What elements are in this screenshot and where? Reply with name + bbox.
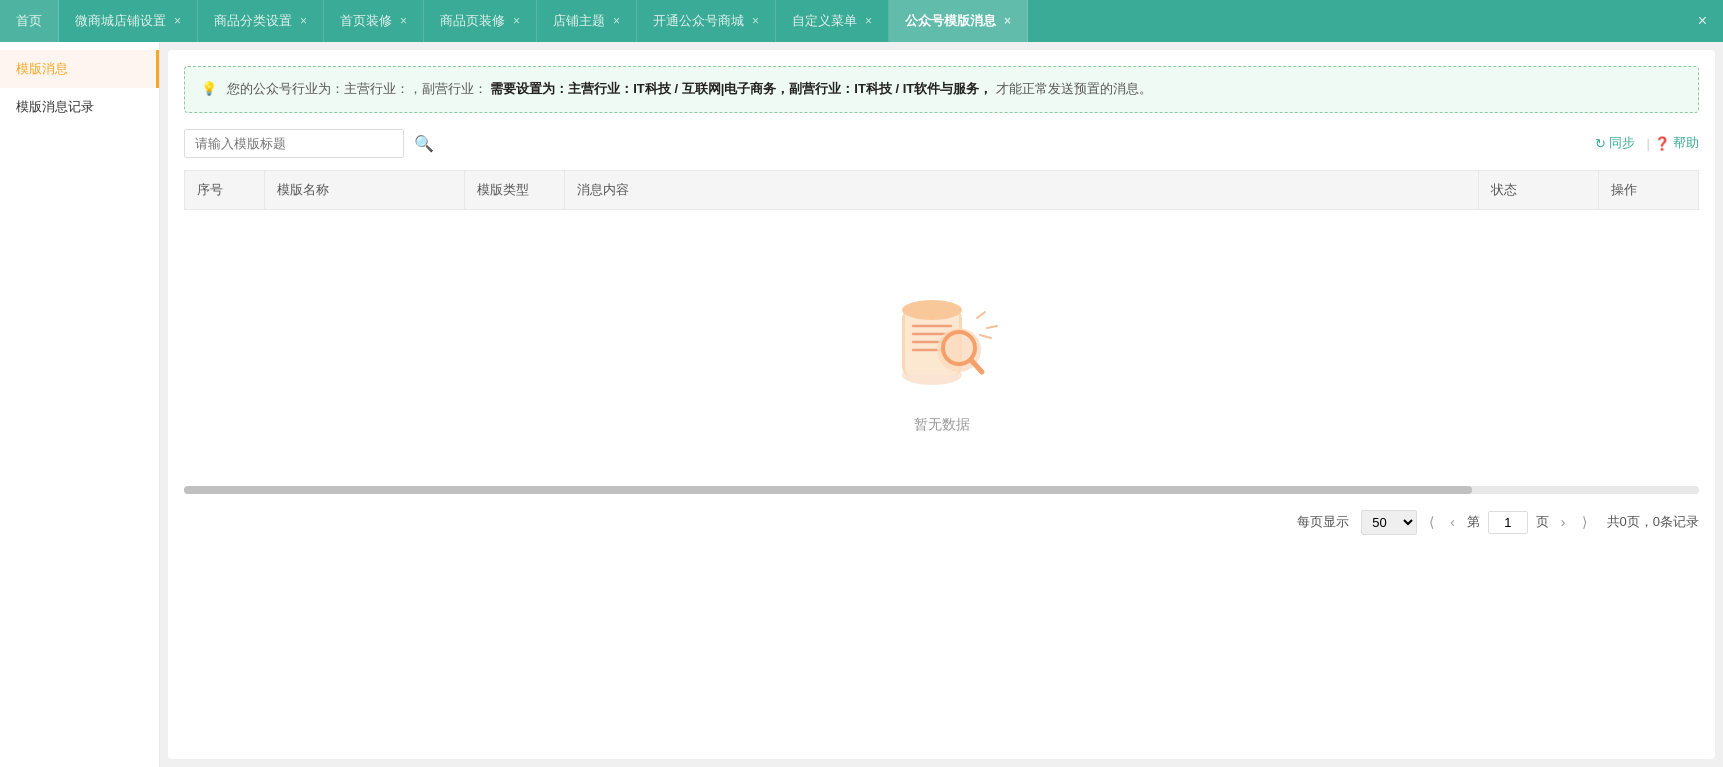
tab-custom-menu-label: 自定义菜单: [792, 12, 857, 30]
toolbar-divider: |: [1647, 136, 1650, 151]
tab-home-decor[interactable]: 首页装修 ×: [324, 0, 424, 42]
notice-highlight: 需要设置为：主营行业：IT科技 / 互联网|电子商务，副营行业：IT科技 / I…: [490, 81, 992, 96]
tab-template-msg[interactable]: 公众号模版消息 ×: [889, 0, 1028, 42]
page-unit: 页: [1536, 513, 1549, 531]
first-page-button[interactable]: ⟨: [1425, 512, 1438, 532]
notice-suffix: 才能正常发送预置的消息。: [996, 81, 1152, 96]
horizontal-scrollbar[interactable]: [184, 486, 1699, 494]
tab-custom-menu-close[interactable]: ×: [865, 15, 872, 27]
per-page-select[interactable]: 50 10 20 100: [1361, 510, 1417, 535]
tab-open-mall-close[interactable]: ×: [752, 15, 759, 27]
tab-product-decor-close[interactable]: ×: [513, 15, 520, 27]
toolbar-right: ↻ 同步 | ❓ 帮助: [1595, 134, 1699, 152]
tab-shop-theme-label: 店铺主题: [553, 12, 605, 30]
bulb-icon: 💡: [201, 81, 217, 96]
table-empty-row: 暂无数据: [185, 209, 1699, 474]
global-close-button[interactable]: ×: [1682, 0, 1723, 42]
tab-shop-theme[interactable]: 店铺主题 ×: [537, 0, 637, 42]
tab-micro-shop[interactable]: 微商城店铺设置 ×: [59, 0, 198, 42]
help-icon: ❓: [1654, 136, 1670, 151]
scrollbar-thumb[interactable]: [184, 486, 1472, 494]
tab-bar: 首页 微商城店铺设置 × 商品分类设置 × 首页装修 × 商品页装修 × 店铺主…: [0, 0, 1723, 42]
svg-line-12: [987, 326, 997, 328]
tab-custom-menu[interactable]: 自定义菜单 ×: [776, 0, 889, 42]
table-header-row: 序号 模版名称 模版类型 消息内容 状态 操作: [185, 170, 1699, 209]
tab-home-label: 首页: [16, 12, 42, 30]
page-label: 第: [1467, 513, 1480, 531]
sync-button[interactable]: ↻ 同步: [1595, 134, 1635, 152]
tab-template-msg-label: 公众号模版消息: [905, 12, 996, 30]
data-table: 序号 模版名称 模版类型 消息内容 状态 操作: [184, 170, 1699, 474]
global-close-icon: ×: [1698, 12, 1707, 30]
svg-line-13: [980, 335, 991, 338]
sidebar: 模版消息 模版消息记录: [0, 42, 160, 767]
tab-home[interactable]: 首页: [0, 0, 59, 42]
per-page-label: 每页显示: [1297, 513, 1349, 531]
tab-shop-theme-close[interactable]: ×: [613, 15, 620, 27]
tab-open-mall-label: 开通公众号商城: [653, 12, 744, 30]
search-icon: 🔍: [414, 135, 434, 152]
help-label: 帮助: [1673, 134, 1699, 152]
prev-page-button[interactable]: ‹: [1446, 512, 1459, 532]
svg-line-11: [977, 312, 985, 318]
notice-box: 💡 您的公众号行业为：主营行业：，副营行业： 需要设置为：主营行业：IT科技 /…: [184, 66, 1699, 113]
search-input[interactable]: [184, 129, 404, 158]
total-info: 共0页，0条记录: [1607, 513, 1699, 531]
tab-micro-shop-label: 微商城店铺设置: [75, 12, 166, 30]
tab-home-decor-close[interactable]: ×: [400, 15, 407, 27]
page-input[interactable]: [1488, 511, 1528, 534]
sidebar-item-template-message[interactable]: 模版消息: [0, 50, 159, 88]
tab-product-decor-label: 商品页装修: [440, 12, 505, 30]
empty-illustration: [877, 270, 1007, 400]
tab-open-mall[interactable]: 开通公众号商城 ×: [637, 0, 776, 42]
col-header-content: 消息内容: [565, 170, 1479, 209]
search-button[interactable]: 🔍: [410, 130, 438, 157]
tab-product-decor[interactable]: 商品页装修 ×: [424, 0, 537, 42]
pagination: 每页显示 50 10 20 100 ⟨ ‹ 第 页 › ⟩ 共0页，0条记录: [184, 506, 1699, 539]
tab-product-category[interactable]: 商品分类设置 ×: [198, 0, 324, 42]
sync-icon: ↻: [1595, 136, 1606, 151]
svg-point-3: [902, 300, 962, 320]
tab-product-category-label: 商品分类设置: [214, 12, 292, 30]
tab-product-category-close[interactable]: ×: [300, 15, 307, 27]
tab-template-msg-close[interactable]: ×: [1004, 15, 1011, 27]
col-header-index: 序号: [185, 170, 265, 209]
tab-home-decor-label: 首页装修: [340, 12, 392, 30]
empty-state: 暂无数据: [185, 210, 1699, 474]
sidebar-item-template-message-label: 模版消息: [16, 61, 68, 76]
sidebar-item-template-message-record-label: 模版消息记录: [16, 99, 94, 114]
search-bar: 🔍 ↻ 同步 | ❓ 帮助: [184, 129, 1699, 158]
col-header-type: 模版类型: [465, 170, 565, 209]
table-body: 暂无数据: [185, 209, 1699, 474]
empty-text: 暂无数据: [914, 416, 970, 434]
main-layout: 模版消息 模版消息记录 💡 您的公众号行业为：主营行业：，副营行业： 需要设置为…: [0, 42, 1723, 767]
last-page-button[interactable]: ⟩: [1578, 512, 1591, 532]
notice-prefix: 您的公众号行业为：主营行业：，副营行业：: [227, 81, 487, 96]
content-area: 💡 您的公众号行业为：主营行业：，副营行业： 需要设置为：主营行业：IT科技 /…: [168, 50, 1715, 759]
help-button[interactable]: ❓ 帮助: [1654, 134, 1699, 152]
tab-micro-shop-close[interactable]: ×: [174, 15, 181, 27]
col-header-status: 状态: [1479, 170, 1599, 209]
col-header-name: 模版名称: [265, 170, 465, 209]
next-page-button[interactable]: ›: [1557, 512, 1570, 532]
col-header-action: 操作: [1599, 170, 1699, 209]
sync-label: 同步: [1609, 134, 1635, 152]
sidebar-item-template-message-record[interactable]: 模版消息记录: [0, 88, 159, 126]
